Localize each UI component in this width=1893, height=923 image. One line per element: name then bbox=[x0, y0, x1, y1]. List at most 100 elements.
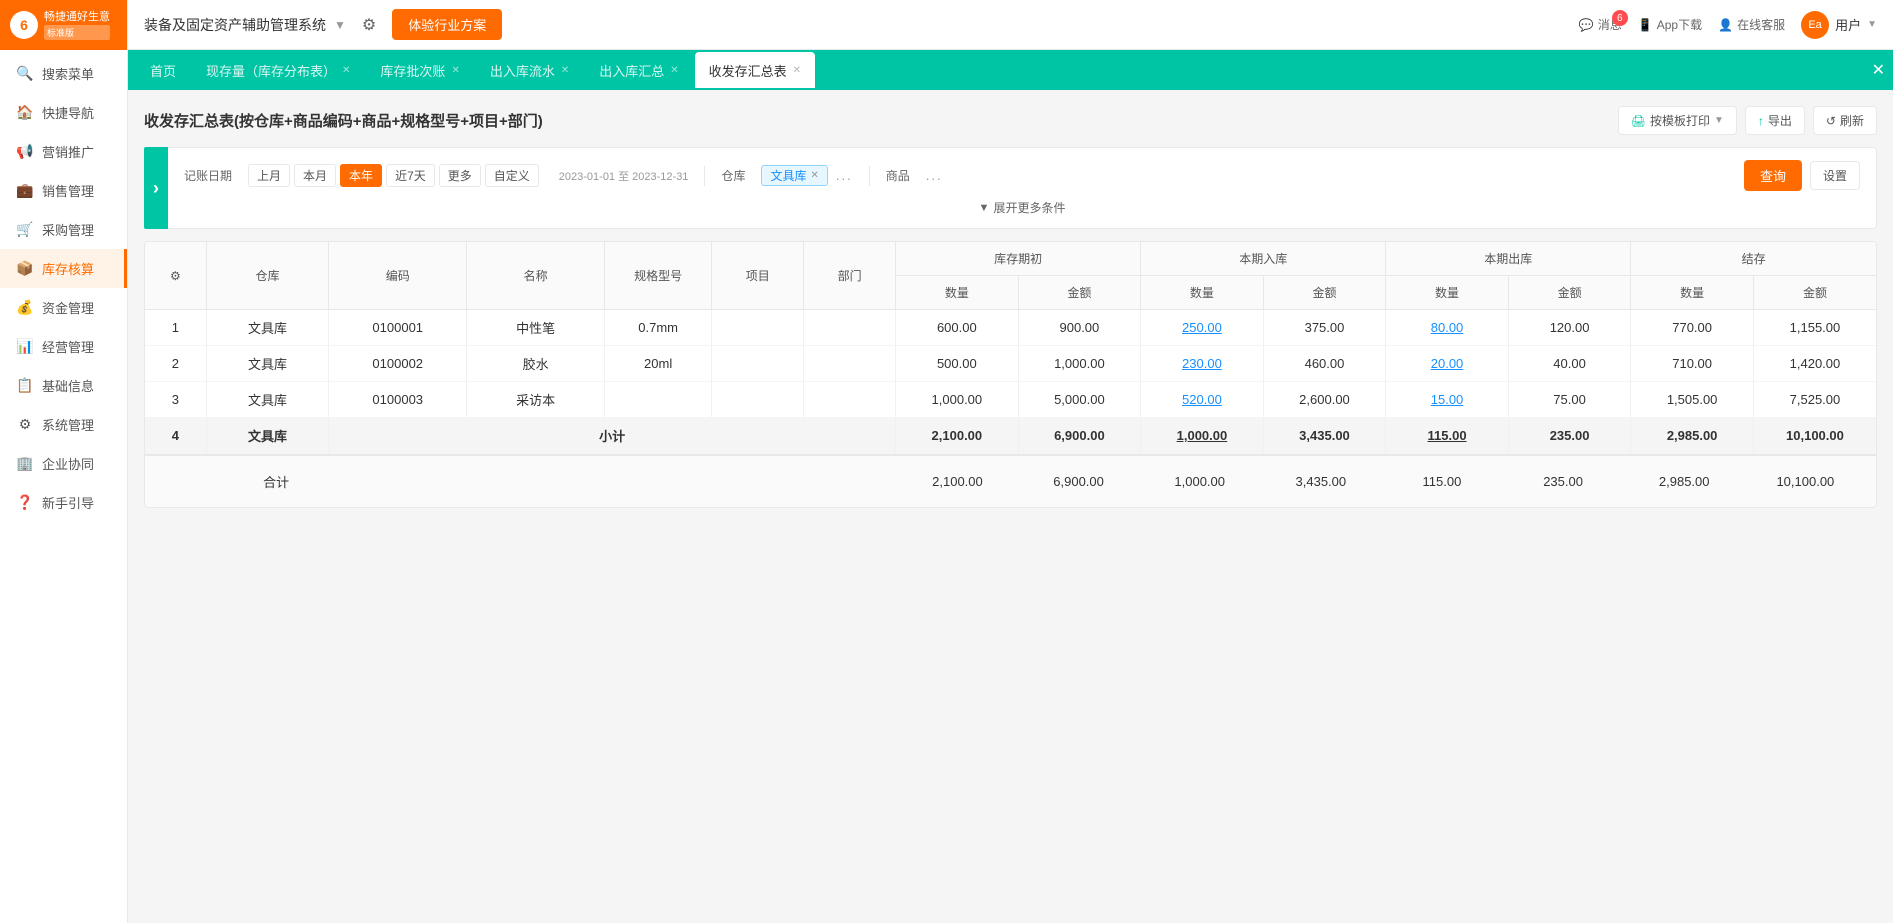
tab-inout-summary[interactable]: 出入库汇总 ✕ bbox=[585, 52, 692, 88]
sidebar-item-enterprise[interactable]: 🏢 企业协同 bbox=[0, 444, 127, 483]
tab-inventory-dist[interactable]: 现存量（库存分布表） ✕ bbox=[192, 52, 364, 88]
subtotal-row: 4 文具库 小计 2,100.00 6,900.00 1,000.00 3,43… bbox=[145, 418, 1876, 454]
cell-opening-amt: 5,000.00 bbox=[1018, 382, 1141, 418]
sidebar-item-system[interactable]: ⚙ 系统管理 bbox=[0, 405, 127, 444]
cell-in-qty[interactable]: 230.00 bbox=[1141, 346, 1264, 382]
date-btn-7days[interactable]: 近7天 bbox=[386, 164, 435, 187]
cell-warehouse: 文具库 bbox=[206, 346, 329, 382]
cell-dept bbox=[804, 382, 896, 418]
cell-seq: 2 bbox=[145, 346, 206, 382]
cell-name: 胶水 bbox=[467, 346, 605, 382]
tab-inout-summary-label: 出入库汇总 bbox=[599, 61, 664, 80]
print-btn[interactable]: 🖨 按模板打印 ▼ bbox=[1618, 106, 1737, 135]
tab-inout-flow-label: 出入库流水 bbox=[490, 61, 555, 80]
goods-more[interactable]: ... bbox=[926, 168, 943, 183]
table-row: 2 文具库 0100002 胶水 20ml 500.00 1,000.00 23… bbox=[145, 346, 1876, 382]
date-btn-custom[interactable]: 自定义 bbox=[485, 164, 539, 187]
cell-out-amt: 120.00 bbox=[1508, 310, 1631, 346]
refresh-btn[interactable]: ↺ 刷新 bbox=[1813, 106, 1877, 135]
date-label: 记账日期 bbox=[184, 167, 232, 184]
cell-out-amt: 40.00 bbox=[1508, 346, 1631, 382]
online-service-btn[interactable]: 👤 在线客服 bbox=[1718, 16, 1785, 33]
tab-recv-send-close[interactable]: ✕ bbox=[793, 65, 801, 76]
sidebar-item-finance[interactable]: 💰 资金管理 bbox=[0, 288, 127, 327]
footer-cell-9: 1,000.00 bbox=[1139, 464, 1260, 499]
message-btn[interactable]: 💬 消息 6 bbox=[1579, 16, 1622, 33]
sidebar-item-label: 资金管理 bbox=[42, 298, 94, 317]
cell-warehouse: 文具库 bbox=[206, 382, 329, 418]
tab-recv-send-label: 收发存汇总表 bbox=[709, 61, 787, 80]
subtotal-warehouse: 文具库 bbox=[206, 418, 329, 454]
sidebar-item-label: 系统管理 bbox=[42, 415, 94, 434]
sidebar-item-inventory[interactable]: 📦 库存核算 bbox=[0, 249, 127, 288]
expand-more-btn[interactable]: ▼ 展开更多条件 bbox=[979, 199, 1066, 216]
tab-batch[interactable]: 库存批次账 ✕ bbox=[366, 52, 473, 88]
warehouse-tag-close[interactable]: ✕ bbox=[810, 170, 818, 181]
user-area[interactable]: Ea 用户 ▼ bbox=[1801, 11, 1877, 39]
table-footer: 合计2,100.006,900.001,000.003,435.00115.00… bbox=[145, 454, 1876, 507]
sidebar-item-label: 库存核算 bbox=[42, 259, 94, 278]
filter-side-toggle[interactable]: › bbox=[144, 147, 168, 229]
data-table-container: ⚙ 仓库 编码 名称 bbox=[144, 241, 1877, 508]
dropdown-icon[interactable]: ▼ bbox=[334, 18, 346, 32]
cell-in-qty[interactable]: 520.00 bbox=[1141, 382, 1264, 418]
subtotal-in-qty[interactable]: 1,000.00 bbox=[1141, 418, 1264, 454]
setting-btn[interactable]: 设置 bbox=[1810, 161, 1860, 190]
date-btn-this-year[interactable]: 本年 bbox=[340, 164, 382, 187]
sidebar-item-purchase[interactable]: 🛒 采购管理 bbox=[0, 210, 127, 249]
th-balance: 结存 bbox=[1631, 242, 1876, 276]
sidebar-item-quick-nav[interactable]: 🏠 快捷导航 bbox=[0, 93, 127, 132]
settings-icon[interactable]: ⚙ bbox=[362, 15, 376, 35]
sidebar-item-search[interactable]: 🔍 搜索菜单 bbox=[0, 54, 127, 93]
app-download-btn[interactable]: 📱 App下载 bbox=[1638, 16, 1702, 33]
tab-batch-close[interactable]: ✕ bbox=[451, 65, 459, 76]
cell-out-qty[interactable]: 15.00 bbox=[1386, 382, 1509, 418]
cell-out-qty[interactable]: 80.00 bbox=[1386, 310, 1509, 346]
sidebar-item-label: 快捷导航 bbox=[42, 103, 94, 122]
tab-inventory-dist-close[interactable]: ✕ bbox=[342, 65, 350, 76]
footer-cell-12: 235.00 bbox=[1503, 464, 1624, 499]
logo-badge: 标准版 bbox=[44, 25, 110, 40]
page-title: 收发存汇总表(按仓库+商品编码+商品+规格型号+项目+部门) bbox=[144, 110, 543, 131]
subtotal-out-qty[interactable]: 115.00 bbox=[1386, 418, 1509, 454]
cell-in-qty[interactable]: 250.00 bbox=[1141, 310, 1264, 346]
subtotal-seq: 4 bbox=[145, 418, 206, 454]
tab-recv-send-summary[interactable]: 收发存汇总表 ✕ bbox=[695, 52, 815, 88]
th-out-qty: 数量 bbox=[1386, 276, 1509, 310]
sidebar-item-newbie[interactable]: ❓ 新手引导 bbox=[0, 483, 127, 522]
sidebar-item-label: 经营管理 bbox=[42, 337, 94, 356]
tab-inout-flow[interactable]: 出入库流水 ✕ bbox=[476, 52, 583, 88]
footer-cell-3 bbox=[473, 464, 609, 499]
sidebar-item-marketing[interactable]: 📢 营销推广 bbox=[0, 132, 127, 171]
basic-icon: 📋 bbox=[16, 377, 34, 395]
sidebar-logo: 6 畅捷通好生意 标准版 bbox=[0, 0, 127, 50]
inventory-icon: 📦 bbox=[16, 260, 34, 278]
tab-inout-summary-close[interactable]: ✕ bbox=[670, 65, 678, 76]
sidebar-item-business[interactable]: 📊 经营管理 bbox=[0, 327, 127, 366]
warehouse-more[interactable]: ... bbox=[836, 168, 853, 183]
sidebar-item-sales[interactable]: 💼 销售管理 bbox=[0, 171, 127, 210]
tabs-close-all[interactable]: ✕ bbox=[1872, 60, 1885, 80]
date-btn-more[interactable]: 更多 bbox=[439, 164, 481, 187]
cell-out-qty[interactable]: 20.00 bbox=[1386, 346, 1509, 382]
content-area: 收发存汇总表(按仓库+商品编码+商品+规格型号+项目+部门) 🖨 按模板打印 ▼… bbox=[128, 90, 1893, 923]
try-btn[interactable]: 体验行业方案 bbox=[392, 9, 502, 40]
tab-inout-flow-close[interactable]: ✕ bbox=[561, 65, 569, 76]
footer-cell-0 bbox=[155, 464, 216, 499]
export-btn[interactable]: ↑ 导出 bbox=[1745, 106, 1805, 135]
service-label: 在线客服 bbox=[1737, 16, 1785, 33]
date-btn-this-month[interactable]: 本月 bbox=[294, 164, 336, 187]
th-balance-qty: 数量 bbox=[1631, 276, 1754, 310]
th-settings[interactable]: ⚙ bbox=[145, 242, 206, 310]
subtotal-out-amt: 235.00 bbox=[1508, 418, 1631, 454]
query-btn[interactable]: 查询 bbox=[1744, 160, 1802, 191]
date-btn-last-month[interactable]: 上月 bbox=[248, 164, 290, 187]
sidebar-item-label: 基础信息 bbox=[42, 376, 94, 395]
cell-project bbox=[712, 346, 804, 382]
th-in-amt: 金额 bbox=[1263, 276, 1386, 310]
warehouse-tag[interactable]: 文具库 ✕ bbox=[761, 165, 827, 186]
cell-balance-amt: 7,525.00 bbox=[1753, 382, 1876, 418]
tab-home[interactable]: 首页 bbox=[136, 52, 190, 88]
sidebar-item-basic[interactable]: 📋 基础信息 bbox=[0, 366, 127, 405]
warehouse-filter: 文具库 ✕ ... bbox=[761, 165, 852, 186]
